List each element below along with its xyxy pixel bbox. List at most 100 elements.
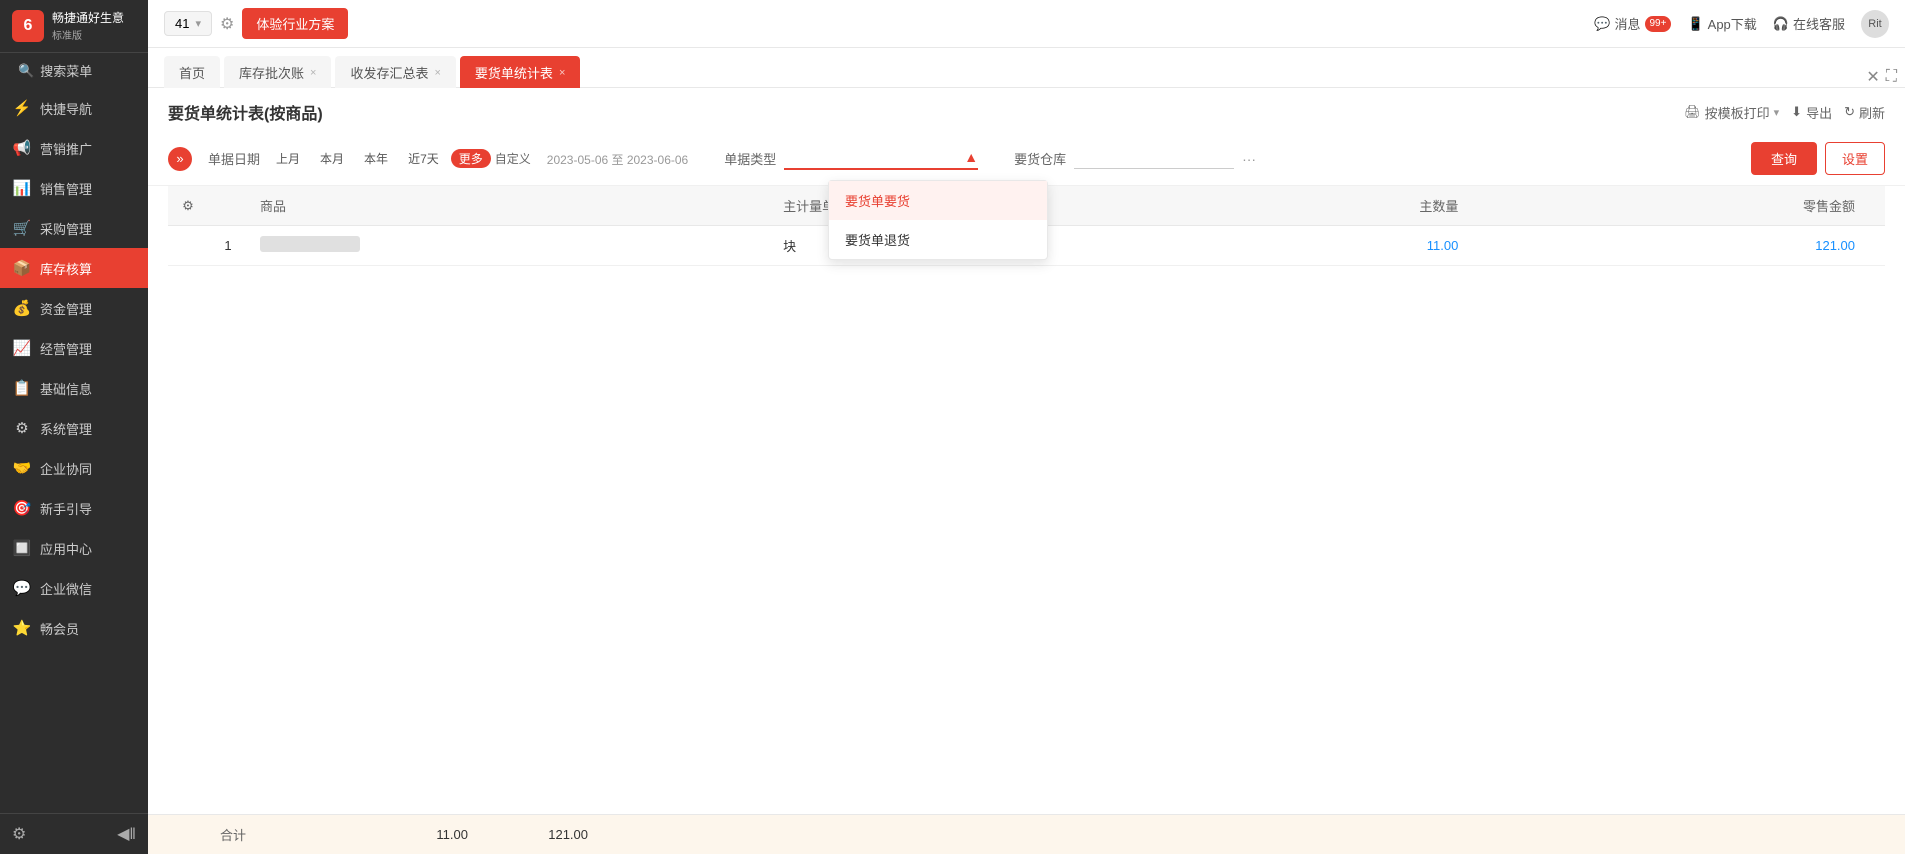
expand-icon: » [176, 151, 183, 166]
vip-label: 畅会员 [40, 619, 79, 638]
marketing-label: 营销推广 [40, 139, 92, 158]
tab-home-label: 首页 [179, 63, 205, 82]
tab-order-summary-close[interactable]: × [559, 67, 565, 79]
this-year-shortcut[interactable]: 本年 [356, 148, 396, 169]
wechat-icon: 💬 [12, 578, 32, 598]
query-button[interactable]: 查询 [1751, 142, 1817, 175]
tab-selector-chevron: ▾ [195, 17, 201, 30]
tab-order-summary-label: 要货单统计表 [475, 63, 553, 82]
refresh-button[interactable]: ↻ 刷新 [1844, 103, 1885, 122]
online-service-label: 在线客服 [1793, 14, 1845, 33]
app-download-action[interactable]: 📱 App下载 [1687, 14, 1756, 33]
col-settings-icon[interactable]: ⚙ [182, 198, 194, 213]
filter-actions: 查询 设置 [1751, 142, 1885, 175]
filter-expand-button[interactable]: » [168, 147, 192, 171]
sidebar-item-quick-nav[interactable]: ⚡ 快捷导航 [0, 88, 148, 128]
sidebar-item-system-management[interactable]: ⚙ 系统管理 [0, 408, 148, 448]
header-left: 41 ▾ ⚙ 体验行业方案 [164, 8, 1582, 39]
more-shortcuts-badge[interactable]: 更多 [451, 149, 491, 168]
export-button[interactable]: ⬇ 导出 [1791, 103, 1832, 122]
sidebar-item-basic-info[interactable]: 📋 基础信息 [0, 368, 148, 408]
export-label: 导出 [1806, 103, 1832, 122]
footer-collapse-icon[interactable]: ◀‖ [117, 824, 136, 844]
sidebar-item-sales-management[interactable]: 📊 销售管理 [0, 168, 148, 208]
cooperation-icon: 🤝 [12, 458, 32, 478]
app-download-label: App下载 [1708, 14, 1757, 33]
business-label: 经营管理 [40, 339, 92, 358]
service-icon: 🎧 [1773, 16, 1789, 32]
filter-more-icon[interactable]: ··· [1242, 151, 1256, 167]
basic-info-label: 基础信息 [40, 379, 92, 398]
dropdown-item-order-purchase[interactable]: 要货单要货 [829, 181, 1047, 220]
sidebar-item-fund-management[interactable]: 💰 资金管理 [0, 288, 148, 328]
print-template-button[interactable]: 🖨 按模板打印 ▾ [1684, 103, 1779, 122]
messages-icon: 💬 [1594, 16, 1610, 32]
footer-settings-icon[interactable]: ⚙ [12, 824, 26, 844]
tab-batch-account-label: 库存批次账 [239, 63, 304, 82]
messages-label: 消息 [1614, 14, 1640, 33]
dropdown-item-order-return[interactable]: 要货单退货 [829, 220, 1047, 259]
row-seq-cell: 1 [208, 226, 248, 266]
header-settings-icon[interactable]: ⚙ [220, 14, 234, 34]
sidebar-item-vip-member[interactable]: ⭐ 畅会员 [0, 608, 148, 648]
logo-sub: 标准版 [52, 27, 124, 42]
guide-label: 新手引导 [40, 499, 92, 518]
type-dropdown-up-icon[interactable]: ▲ [964, 149, 978, 165]
tab-receipt-summary-label: 收发存汇总表 [350, 63, 428, 82]
footer-quantity: 11.00 [288, 827, 488, 842]
tab-receipt-summary[interactable]: 收发存汇总表 × [335, 56, 455, 88]
row-amount-cell: 121.00 [1488, 226, 1885, 266]
sidebar-item-marketing-promotion[interactable]: 📢 营销推广 [0, 128, 148, 168]
type-filter-label: 单据类型 [724, 149, 776, 168]
tab-home[interactable]: 首页 [164, 56, 220, 88]
search-menu-label: 搜索菜单 [40, 61, 92, 80]
sidebar-item-inventory-accounting[interactable]: 📦 库存核算 [0, 248, 148, 288]
warehouse-filter-input[interactable] [1074, 149, 1234, 169]
tab-close-all-icon[interactable]: ✕ [1866, 67, 1879, 87]
tab-expand-icon[interactable]: ⛶ [1886, 68, 1897, 86]
sidebar-nav: 📢 营销推广 📊 销售管理 🛒 采购管理 📦 库存核算 💰 资金管理 📈 经营管… [0, 128, 148, 813]
col-settings: ⚙ [168, 186, 208, 226]
last-7days-shortcut[interactable]: 近7天 [400, 148, 447, 169]
user-avatar[interactable]: Rit [1861, 10, 1889, 38]
search-menu-item[interactable]: 🔍 搜索菜单 [0, 53, 148, 88]
type-dropdown: 要货单要货 要货单退货 [828, 180, 1048, 260]
type-filter-input[interactable] [784, 147, 964, 166]
sidebar-item-enterprise-wechat[interactable]: 💬 企业微信 [0, 568, 148, 608]
col-seq [208, 186, 248, 226]
tab-batch-account-close[interactable]: × [310, 67, 316, 79]
row-settings-cell [168, 226, 208, 266]
sidebar-item-enterprise-cooperation[interactable]: 🤝 企业协同 [0, 448, 148, 488]
settings-button[interactable]: 设置 [1825, 142, 1885, 175]
col-product: 商品 [248, 186, 771, 226]
page-content: 要货单统计表(按商品) 🖨 按模板打印 ▾ ⬇ 导出 ↻ 刷新 [148, 88, 1905, 854]
sidebar-item-app-center[interactable]: 🔲 应用中心 [0, 528, 148, 568]
this-month-shortcut[interactable]: 本月 [312, 148, 352, 169]
fund-label: 资金管理 [40, 299, 92, 318]
filter-bar: » 单据日期 上月 本月 本年 近7天 更多 自定义 2023-05-06 至 … [148, 132, 1905, 186]
warehouse-filter-label: 要货仓库 [1014, 149, 1066, 168]
sidebar-item-beginner-guide[interactable]: 🎯 新手引导 [0, 488, 148, 528]
last-month-shortcut[interactable]: 上月 [268, 148, 308, 169]
phone-icon: 📱 [1687, 16, 1703, 32]
tab-batch-account[interactable]: 库存批次账 × [224, 56, 331, 88]
export-icon: ⬇ [1791, 104, 1802, 120]
tab-order-summary[interactable]: 要货单统计表 × [460, 56, 580, 88]
sidebar: 6 畅捷通好生意 标准版 🔍 搜索菜单 ⚡ 快捷导航 📢 营销推广 📊 销售管理… [0, 0, 148, 854]
custom-date-label[interactable]: 自定义 [495, 150, 531, 167]
quick-nav-icon: ⚡ [12, 98, 32, 118]
avatar-text: Rit [1868, 18, 1881, 30]
online-service-action[interactable]: 🎧 在线客服 [1773, 14, 1845, 33]
print-chevron-icon: ▾ [1774, 106, 1780, 119]
sidebar-item-business-management[interactable]: 📈 经营管理 [0, 328, 148, 368]
tab-receipt-summary-close[interactable]: × [434, 67, 440, 79]
wechat-label: 企业微信 [40, 579, 92, 598]
messages-action[interactable]: 💬 消息 99+ [1594, 14, 1671, 33]
sidebar-item-purchase-management[interactable]: 🛒 采购管理 [0, 208, 148, 248]
industry-solution-button[interactable]: 体验行业方案 [242, 8, 348, 39]
date-filter-group: 单据日期 上月 本月 本年 近7天 更多 自定义 2023-05-06 至 20… [208, 148, 688, 169]
inventory-label: 库存核算 [40, 259, 92, 278]
messages-badge: 99+ [1645, 16, 1672, 32]
tab-count-selector[interactable]: 41 ▾ [164, 11, 212, 36]
marketing-icon: 📢 [12, 138, 32, 158]
